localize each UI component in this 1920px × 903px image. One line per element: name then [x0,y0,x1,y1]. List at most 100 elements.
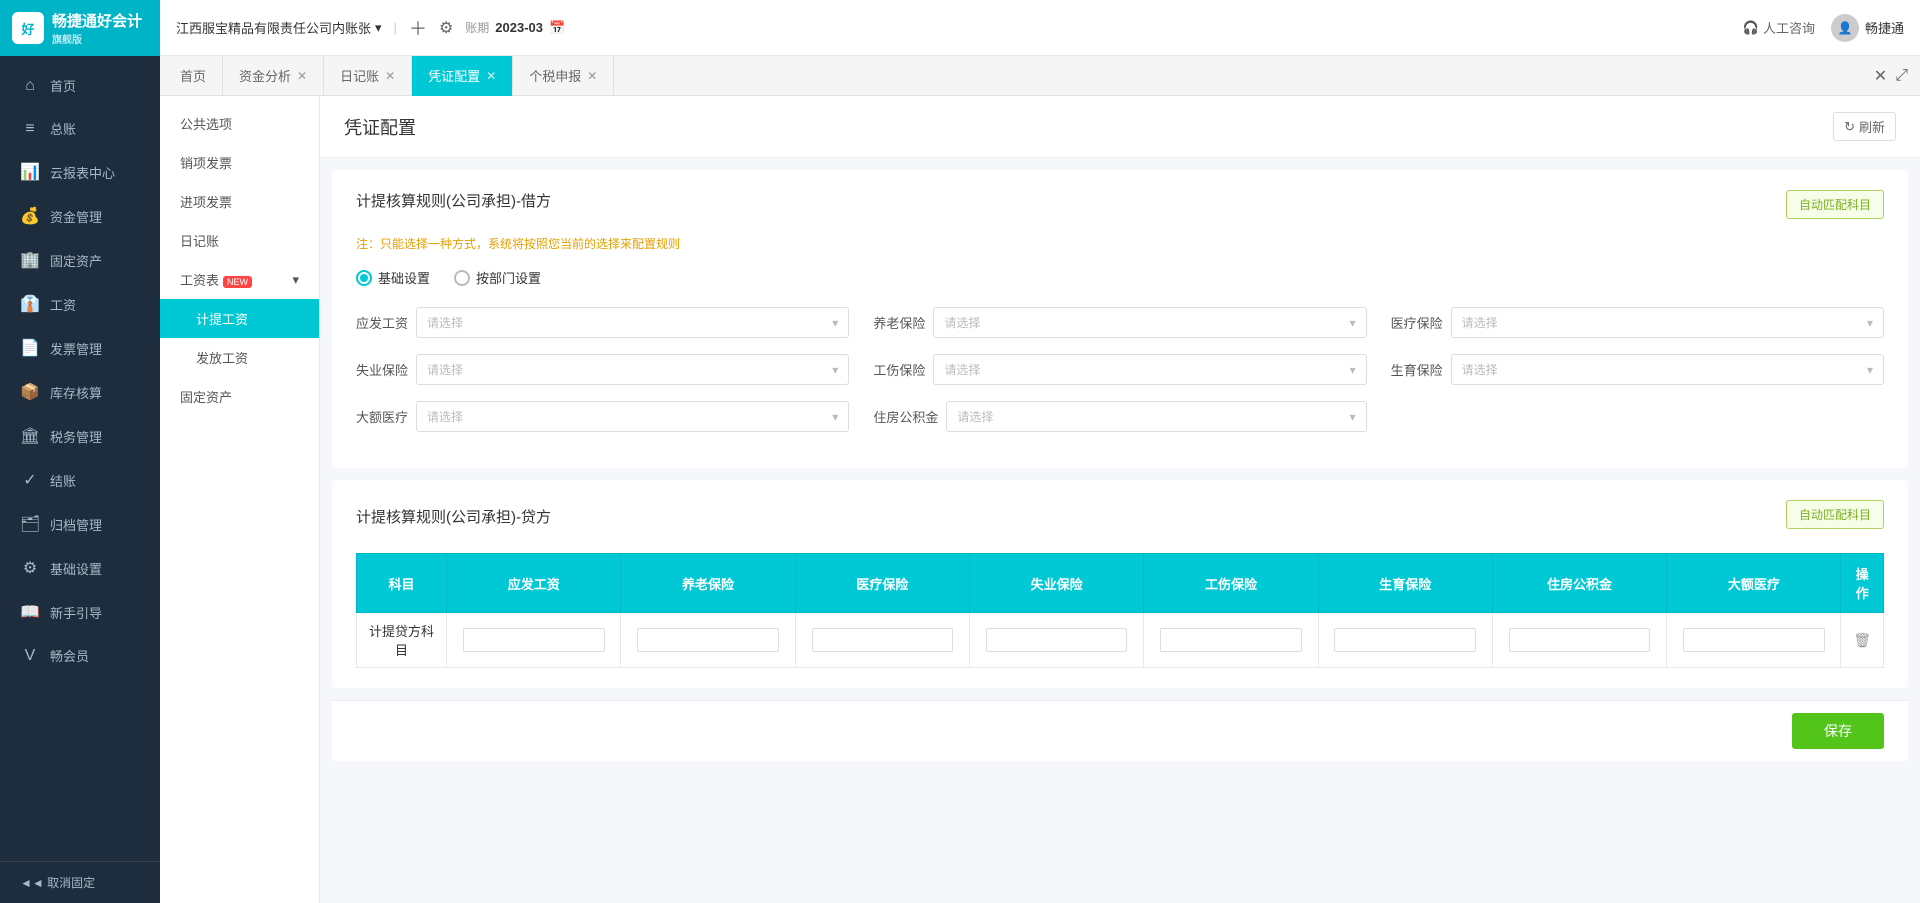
ylbx-placeholder: 请选择 [944,314,980,331]
tab-tax-report[interactable]: 个税申报 ✕ [513,56,614,96]
debit-radio-group: 基础设置 按部门设置 [356,268,1884,287]
settings-gear-icon[interactable]: ⚙ [439,18,453,38]
sidebar-item-settlement[interactable]: ✓ 结账 [0,458,160,502]
sybx2-select[interactable]: 请选择 ▾ [1451,354,1884,385]
input-zfgjj[interactable] [1509,628,1651,652]
sidebar-item-general-ledger[interactable]: ≡ 总账 [0,107,160,150]
delete-row-icon[interactable]: 🗑 [1853,632,1871,648]
sidebar-item-fund-mgmt[interactable]: 💰 资金管理 [0,194,160,238]
tab-journal[interactable]: 日记账 ✕ [324,56,412,96]
ylbx-select[interactable]: 请选择 ▾ [933,307,1366,338]
td-sybx[interactable] [970,613,1144,668]
td-gsbx[interactable] [1144,613,1318,668]
tab-voucher-config-label: 凭证配置 [428,66,480,85]
debit-auto-match-button[interactable]: 自动匹配科目 [1786,190,1884,219]
left-nav-salary-table[interactable]: 工资表NEW ▾ [160,260,319,299]
sybx2-chevron-icon: ▾ [1867,363,1873,377]
yfgz-label: 应发工资 [356,313,408,332]
td-operate[interactable]: 🗑 [1841,613,1884,668]
ylbx2-select[interactable]: 请选择 ▾ [1451,307,1884,338]
sidebar-item-newbie-guide[interactable]: 📖 新手引导 [0,590,160,634]
close-tab-icon[interactable]: ✕ [1874,66,1887,86]
sidebar-item-label: 总账 [50,119,76,138]
sidebar-item-tax-mgmt[interactable]: 🏛 税务管理 [0,414,160,458]
yfgz-placeholder: 请选择 [427,314,463,331]
sidebar-item-label: 税务管理 [50,427,102,446]
close-fund-analysis-icon[interactable]: ✕ [297,69,307,83]
input-yfgz[interactable] [463,628,605,652]
input-ylbx[interactable] [637,628,779,652]
invoice-icon: 📄 [20,338,40,358]
sidebar-item-label: 归档管理 [50,515,102,534]
td-ylbx2[interactable] [795,613,969,668]
username-label: 畅捷通 [1865,18,1904,37]
td-sybx2[interactable] [1318,613,1492,668]
chart-icon: 📊 [20,162,40,182]
radio-basic-label: 基础设置 [378,268,430,287]
sidebar-item-salary[interactable]: 👔 工资 [0,282,160,326]
input-gsbx[interactable] [1160,628,1302,652]
support-button[interactable]: 🎧 人工咨询 [1743,18,1815,37]
add-account-button[interactable]: ＋ [409,15,427,41]
calendar-icon[interactable]: 📅 [549,20,565,36]
sidebar: 好 畅捷通好会计 旗舰版 ⌂ 首页 ≡ 总账 📊 云报表中心 💰 资金管理 🏢 … [0,0,160,903]
td-zfgjj[interactable] [1492,613,1666,668]
tab-home[interactable]: 首页 [164,56,223,96]
sidebar-item-cloud-reports[interactable]: 📊 云报表中心 [0,150,160,194]
debit-section: 计提核算规则(公司承担)-借方 自动匹配科目 注：只能选择一种方式，系统将按照您… [332,170,1908,468]
company-selector[interactable]: 江西服宝精品有限责任公司内账张 ▾ [176,18,382,37]
sidebar-item-home[interactable]: ⌂ 首页 [0,64,160,107]
close-tax-report-icon[interactable]: ✕ [587,69,597,83]
sidebar-item-basic-settings[interactable]: ⚙ 基础设置 [0,546,160,590]
yfgz-select[interactable]: 请选择 ▾ [416,307,849,338]
sidebar-item-label: 首页 [50,76,76,95]
refresh-icon: ↻ [1844,119,1855,135]
field-gsbx: 工伤保险 请选择 ▾ [873,354,1366,385]
gsbx-chevron-icon: ▾ [1350,363,1356,377]
td-daly[interactable] [1667,613,1841,668]
radio-by-dept[interactable]: 按部门设置 [454,268,541,287]
sidebar-item-vip[interactable]: V 畅会员 [0,634,160,677]
period-label: 账期 [465,19,489,36]
radio-basic-settings[interactable]: 基础设置 [356,268,430,287]
tab-voucher-config[interactable]: 凭证配置 ✕ [412,56,513,96]
sidebar-item-invoice-mgmt[interactable]: 📄 发票管理 [0,326,160,370]
left-nav-sales-invoice[interactable]: 销项发票 [160,143,319,182]
left-nav-public-options[interactable]: 公共选项 [160,104,319,143]
input-daly[interactable] [1683,628,1825,652]
td-ylbx[interactable] [621,613,795,668]
save-button[interactable]: 保存 [1792,713,1884,749]
left-nav-fixed-assets[interactable]: 固定资产 [160,377,319,416]
left-nav-calc-salary[interactable]: 计提工资 [160,299,319,338]
field-ylbx2: 医疗保险 请选择 ▾ [1391,307,1884,338]
zfgjj-placeholder: 请选择 [957,408,993,425]
refresh-button[interactable]: ↻ 刷新 [1833,112,1896,141]
left-nav-purchase-invoice[interactable]: 进项发票 [160,182,319,221]
close-journal-icon[interactable]: ✕ [385,69,395,83]
period-selector[interactable]: 账期 2023-03 📅 [465,19,565,36]
sidebar-item-inventory[interactable]: 📦 库存核算 [0,370,160,414]
sidebar-item-fixed-assets[interactable]: 🏢 固定资产 [0,238,160,282]
zfgjj-select[interactable]: 请选择 ▾ [946,401,1366,432]
left-nav-salary-table-label: 工资表NEW [180,270,252,289]
left-nav-journal[interactable]: 日记账 [160,221,319,260]
left-nav-pay-salary[interactable]: 发放工资 [160,338,319,377]
user-menu[interactable]: 👤 畅捷通 [1831,14,1904,42]
company-name: 江西服宝精品有限责任公司内账张 [176,18,371,37]
tab-fund-analysis[interactable]: 资金分析 ✕ [223,56,324,96]
daly-select[interactable]: 请选择 ▾ [416,401,849,432]
input-ylbx2[interactable] [812,628,954,652]
sybx-select[interactable]: 请选择 ▾ [416,354,849,385]
input-sybx[interactable] [986,628,1128,652]
debit-section-note: 注：只能选择一种方式，系统将按照您当前的选择来配置规则 [356,235,1884,252]
td-yfgz[interactable] [447,613,621,668]
credit-section-title: 计提核算规则(公司承担)-贷方 [356,506,551,527]
gsbx-select[interactable]: 请选择 ▾ [933,354,1366,385]
sidebar-logo: 好 畅捷通好会计 旗舰版 [0,0,160,56]
credit-auto-match-button[interactable]: 自动匹配科目 [1786,500,1884,529]
input-sybx2[interactable] [1334,628,1476,652]
close-voucher-config-icon[interactable]: ✕ [486,69,496,83]
sidebar-cancel-pin[interactable]: ◄◄ 取消固定 [0,861,160,903]
sidebar-item-archive[interactable]: 🗂 归档管理 [0,502,160,546]
expand-tab-icon[interactable]: ⤢ [1895,67,1908,85]
